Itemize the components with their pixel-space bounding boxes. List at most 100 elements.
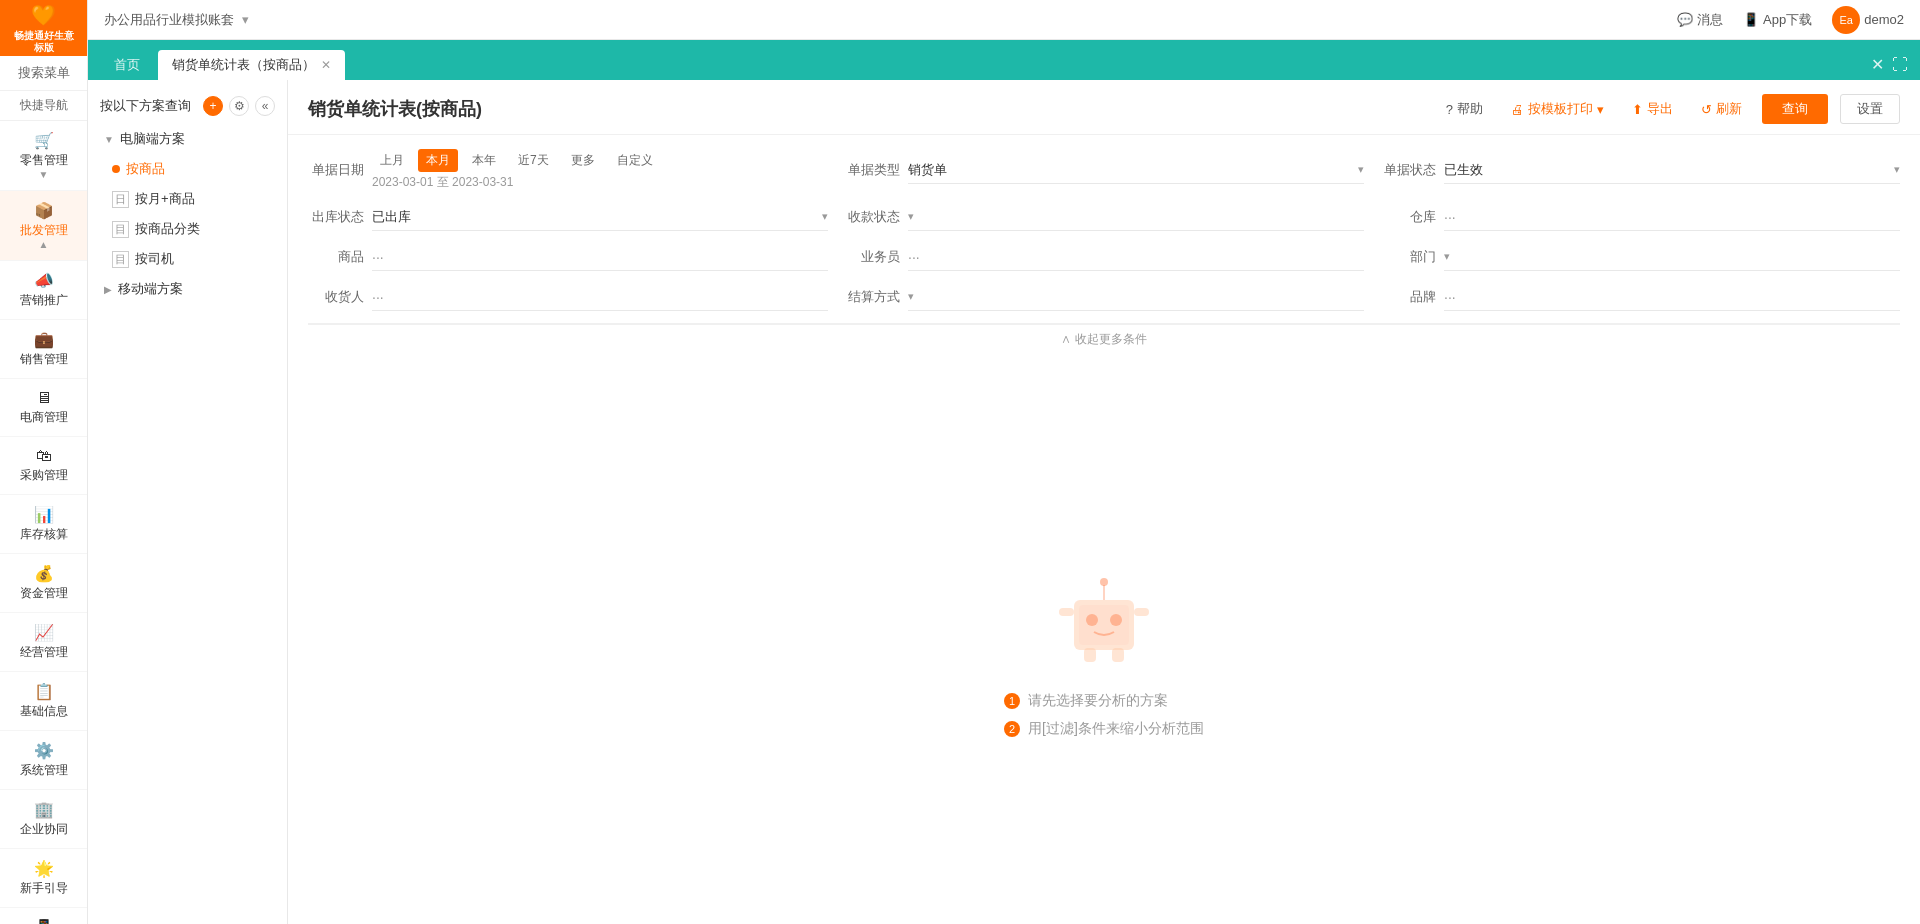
doc-status-dropdown-icon: ▾ xyxy=(1894,163,1900,176)
date-btn-more[interactable]: 更多 xyxy=(563,149,603,172)
tab-maximize-icon[interactable]: ⛶ xyxy=(1892,56,1908,74)
sidebar-item-system[interactable]: ⚙️ 系统管理 xyxy=(0,731,87,790)
logo-text: 畅捷通好生意 标版 xyxy=(14,30,74,54)
payment-control[interactable]: ▾ xyxy=(908,283,1364,311)
sidebar-item-finance[interactable]: 💰 资金管理 xyxy=(0,554,87,613)
date-btn-thismonth[interactable]: 本月 xyxy=(418,149,458,172)
filter-row-4: 收货人 ··· 结算方式 ▾ 品牌 xyxy=(308,283,1900,311)
search-menu[interactable]: 搜索菜单 xyxy=(0,56,87,91)
svg-rect-1 xyxy=(1079,605,1129,645)
sidebar-item-marketing[interactable]: 📣 营销推广 xyxy=(0,261,87,320)
operations-icon: 📈 xyxy=(34,623,54,642)
by-product-label: 按商品 xyxy=(126,160,165,178)
mobile-section-label: 移动端方案 xyxy=(118,280,183,298)
quick-nav[interactable]: 快捷导航 xyxy=(0,91,87,121)
page-title-bar: 销货单统计表(按商品) ? 帮助 🖨 按模板打印 ▾ ⬆ 导出 xyxy=(288,80,1920,135)
tree-section-mobile[interactable]: ▶ 移动端方案 xyxy=(88,274,287,304)
tree-item-by-cashier[interactable]: 目 按司机 xyxy=(88,244,287,274)
receipt-status-control[interactable]: ▾ xyxy=(908,203,1364,231)
sidebar-item-apps[interactable]: 📱 应用中心 xyxy=(0,908,87,924)
filter-row-1: 单据日期 上月 本月 本年 近7天 更多 自定义 2023-03-01 至 20… xyxy=(308,149,1900,191)
brand-control[interactable]: ··· xyxy=(1444,283,1900,311)
add-scheme-btn[interactable]: + xyxy=(203,96,223,116)
ecommerce-icon: 🖥 xyxy=(36,389,52,407)
system-icon: ⚙️ xyxy=(34,741,54,760)
collapse-filters-btn[interactable]: ∧ 收起更多条件 xyxy=(308,324,1900,354)
tab-close-window-icon[interactable]: ✕ xyxy=(1871,55,1884,74)
help-btn[interactable]: ? 帮助 xyxy=(1438,96,1491,122)
panel-icons: + ⚙ « xyxy=(203,96,275,116)
brand-dots-icon: ··· xyxy=(1444,289,1456,305)
tab-sales-report[interactable]: 销货单统计表（按商品） ✕ xyxy=(158,50,345,80)
category-icon: 目 xyxy=(112,221,129,238)
sidebar-item-operations[interactable]: 📈 经营管理 xyxy=(0,613,87,672)
newbie-icon: 🌟 xyxy=(34,859,54,878)
receiver-control[interactable]: ··· xyxy=(372,283,828,311)
query-btn[interactable]: 查询 xyxy=(1762,94,1828,124)
date-btn-lastmonth[interactable]: 上月 xyxy=(372,149,412,172)
sidebar-item-newbie[interactable]: 🌟 新手引导 xyxy=(0,849,87,908)
app-logo[interactable]: 🧡 畅捷通好生意 标版 xyxy=(0,0,88,56)
tab-home[interactable]: 首页 xyxy=(100,50,154,80)
doc-status-control[interactable]: 已生效 ▾ xyxy=(1444,156,1900,184)
page-actions: ? 帮助 🖨 按模板打印 ▾ ⬆ 导出 ↺ 刷新 xyxy=(1438,94,1900,124)
date-btn-7days[interactable]: 近7天 xyxy=(510,149,557,172)
doc-type-label: 单据类型 xyxy=(844,161,900,179)
sidebar-item-wholesale[interactable]: 📦 批发管理 ▲ xyxy=(0,191,87,261)
left-panel-title: 按以下方案查询 xyxy=(100,97,191,115)
export-btn[interactable]: ⬆ 导出 xyxy=(1624,96,1681,122)
sidebar-item-inventory[interactable]: 📊 库存核算 xyxy=(0,495,87,554)
doc-status-label: 单据状态 xyxy=(1380,161,1436,179)
message-btn[interactable]: 💬 消息 xyxy=(1677,11,1723,29)
header-left: 办公用品行业模拟账套 ▾ xyxy=(104,11,249,29)
print-btn[interactable]: 🖨 按模板打印 ▾ xyxy=(1503,96,1612,122)
date-label: 单据日期 xyxy=(308,161,364,179)
tab-close-icon[interactable]: ✕ xyxy=(321,58,331,72)
date-range-text: 2023-03-01 至 2023-03-31 xyxy=(372,174,828,191)
app-download-btn[interactable]: 📱 App下载 xyxy=(1743,11,1812,29)
apps-icon: 📱 xyxy=(34,918,54,924)
print-icon: 🖨 xyxy=(1511,102,1524,117)
sidebar-item-purchase[interactable]: 🛍 采购管理 xyxy=(0,437,87,495)
svg-rect-9 xyxy=(1112,648,1124,662)
tab-bar-controls: ✕ ⛶ xyxy=(1871,55,1908,80)
out-status-control[interactable]: 已出库 ▾ xyxy=(372,203,828,231)
svg-rect-7 xyxy=(1134,608,1149,616)
retail-icon: 🛒 xyxy=(34,131,54,150)
sidebar-item-ecommerce[interactable]: 🖥 电商管理 xyxy=(0,379,87,437)
tree-item-by-category[interactable]: 目 按商品分类 xyxy=(88,214,287,244)
by-category-label: 按商品分类 xyxy=(135,220,200,238)
product-label: 商品 xyxy=(308,248,364,266)
settings-scheme-btn[interactable]: ⚙ xyxy=(229,96,249,116)
sidebar-item-sales[interactable]: 💼 销售管理 xyxy=(0,320,87,379)
date-btn-custom[interactable]: 自定义 xyxy=(609,149,661,172)
doc-status-filter-item: 单据状态 已生效 ▾ xyxy=(1380,156,1900,184)
sidebar-item-basics[interactable]: 📋 基础信息 xyxy=(0,672,87,731)
user-menu[interactable]: Ea demo2 xyxy=(1832,6,1904,34)
filter-row-3: 商品 ··· 业务员 ··· 部门 xyxy=(308,243,1900,271)
tree-item-by-product[interactable]: 按商品 xyxy=(88,154,287,184)
home-tab-label: 首页 xyxy=(114,56,140,74)
doc-type-control[interactable]: 销货单 ▾ xyxy=(908,156,1364,184)
sidebar-item-corp[interactable]: 🏢 企业协同 xyxy=(0,790,87,849)
tree-item-by-month-product[interactable]: 日 按月+商品 xyxy=(88,184,287,214)
tree-section-desktop[interactable]: ▼ 电脑端方案 xyxy=(88,124,287,154)
dropdown-arrow[interactable]: ▾ xyxy=(242,12,249,27)
svg-point-2 xyxy=(1086,614,1098,626)
department-control[interactable]: ▾ xyxy=(1444,243,1900,271)
salesperson-control[interactable]: ··· xyxy=(908,243,1364,271)
refresh-icon: ↺ xyxy=(1701,102,1712,117)
svg-point-3 xyxy=(1110,614,1122,626)
settings-btn[interactable]: 设置 xyxy=(1840,94,1900,124)
content-area: 按以下方案查询 + ⚙ « ▼ 电脑端方案 按商品 日 按月+商品 xyxy=(88,80,1920,924)
basics-icon: 📋 xyxy=(34,682,54,701)
product-dots-icon: ··· xyxy=(372,249,384,265)
receipt-status-filter-item: 收款状态 ▾ xyxy=(844,203,1364,231)
sidebar-item-retail[interactable]: 🛒 零售管理 ▼ xyxy=(0,121,87,191)
warehouse-control[interactable]: ··· xyxy=(1444,203,1900,231)
date-btn-thisyear[interactable]: 本年 xyxy=(464,149,504,172)
collapse-panel-btn[interactable]: « xyxy=(255,96,275,116)
product-control[interactable]: ··· xyxy=(372,243,828,271)
sidebar: 🧡 畅捷通好生意 标版 搜索菜单 快捷导航 🛒 零售管理 ▼ 📦 批发管理 ▲ … xyxy=(0,0,88,924)
refresh-btn[interactable]: ↺ 刷新 xyxy=(1693,96,1750,122)
